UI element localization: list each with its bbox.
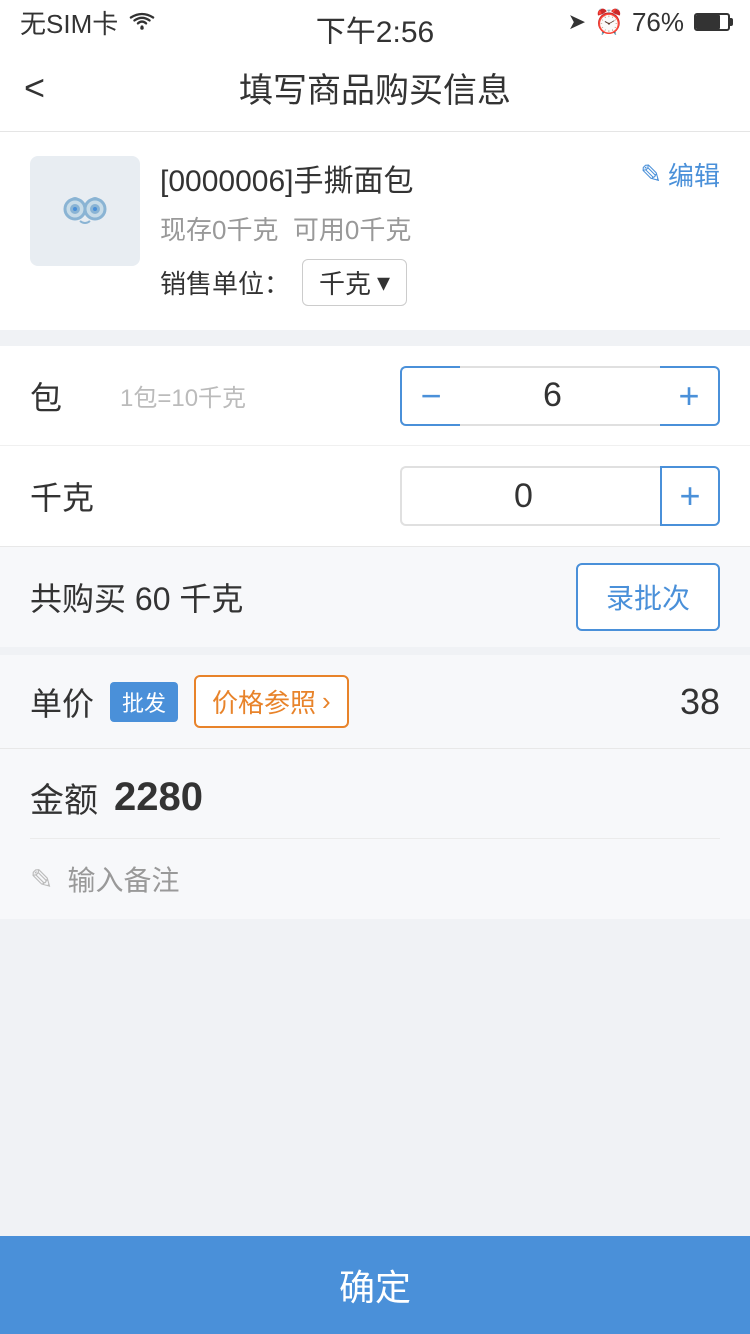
- product-thumbnail: [30, 156, 140, 266]
- product-info: [0000006]手撕面包 现存0千克 可用0千克 销售单位： 千克 ▾: [160, 156, 720, 306]
- confirm-button[interactable]: 确定: [339, 1259, 411, 1311]
- kg-input-row: 千克 +: [0, 446, 750, 546]
- kg-controls: +: [400, 466, 720, 526]
- battery-icon: [694, 13, 730, 31]
- amount-row: 金额 2280: [30, 773, 720, 839]
- summary-row: 共购买 60 千克 录批次: [0, 547, 750, 647]
- back-button[interactable]: <: [24, 67, 45, 109]
- amount-section: 金额 2280 ✎ 输入备注: [0, 749, 750, 919]
- status-left: 无SIM卡: [20, 4, 156, 41]
- note-label: 输入备注: [67, 859, 179, 899]
- product-name: [0000006]手撕面包: [160, 156, 720, 200]
- kg-label: 千克: [30, 473, 110, 519]
- chevron-down-icon: ▾: [377, 267, 390, 298]
- input-section: 包 1包=10千克 − + 千克 +: [0, 346, 750, 547]
- price-tag: 批发: [110, 682, 178, 722]
- summary-section: 共购买 60 千克 录批次: [0, 547, 750, 655]
- status-bar: 无SIM卡 下午2:56 ➤ ⏰ 76%: [0, 0, 750, 44]
- bao-label: 包: [30, 373, 110, 419]
- status-right: ➤ ⏰ 76%: [568, 7, 730, 38]
- kg-plus-button[interactable]: +: [660, 466, 720, 526]
- bao-controls: − +: [400, 366, 720, 426]
- edit-button[interactable]: ✎ 编辑: [640, 156, 720, 193]
- nav-bar: < 填写商品购买信息: [0, 44, 750, 132]
- empty-space: [0, 919, 750, 1219]
- note-row[interactable]: ✎ 输入备注: [30, 839, 720, 919]
- summary-text: 共购买 60 千克: [30, 574, 243, 620]
- bao-input[interactable]: [460, 366, 660, 426]
- unit-select[interactable]: 千克 ▾: [302, 259, 407, 306]
- bao-minus-button[interactable]: −: [400, 366, 460, 426]
- edit-icon: ✎: [640, 159, 662, 190]
- price-label: 单价: [30, 679, 94, 725]
- price-row: 单价 批发 价格参照 › 38: [30, 675, 720, 728]
- product-stock: 现存0千克 可用0千克: [160, 210, 720, 247]
- product-unit-row: 销售单位： 千克 ▾: [160, 259, 720, 306]
- arrow-right-icon: ›: [322, 686, 331, 717]
- price-section: 单价 批发 价格参照 › 38: [0, 655, 750, 749]
- batch-button[interactable]: 录批次: [576, 563, 720, 631]
- alarm-icon: ⏰: [594, 8, 624, 37]
- bao-input-row: 包 1包=10千克 − +: [0, 346, 750, 446]
- battery-percent: 76%: [632, 7, 684, 38]
- amount-label: 金额: [30, 773, 98, 822]
- pencil-icon: ✎: [30, 863, 53, 896]
- carrier-text: 无SIM卡: [20, 4, 118, 41]
- amount-value: 2280: [114, 775, 203, 820]
- bao-hint: 1包=10千克: [120, 378, 400, 413]
- location-icon: ➤: [568, 9, 586, 35]
- kg-input[interactable]: [400, 466, 660, 526]
- page-title: 填写商品购买信息: [239, 63, 511, 112]
- price-value: 38: [680, 681, 720, 723]
- bao-plus-button[interactable]: +: [660, 366, 720, 426]
- price-ref-button[interactable]: 价格参照 ›: [194, 675, 349, 728]
- wifi-icon: [128, 7, 156, 38]
- confirm-bar[interactable]: 确定: [0, 1236, 750, 1334]
- product-card: [0000006]手撕面包 现存0千克 可用0千克 销售单位： 千克 ▾: [0, 132, 750, 346]
